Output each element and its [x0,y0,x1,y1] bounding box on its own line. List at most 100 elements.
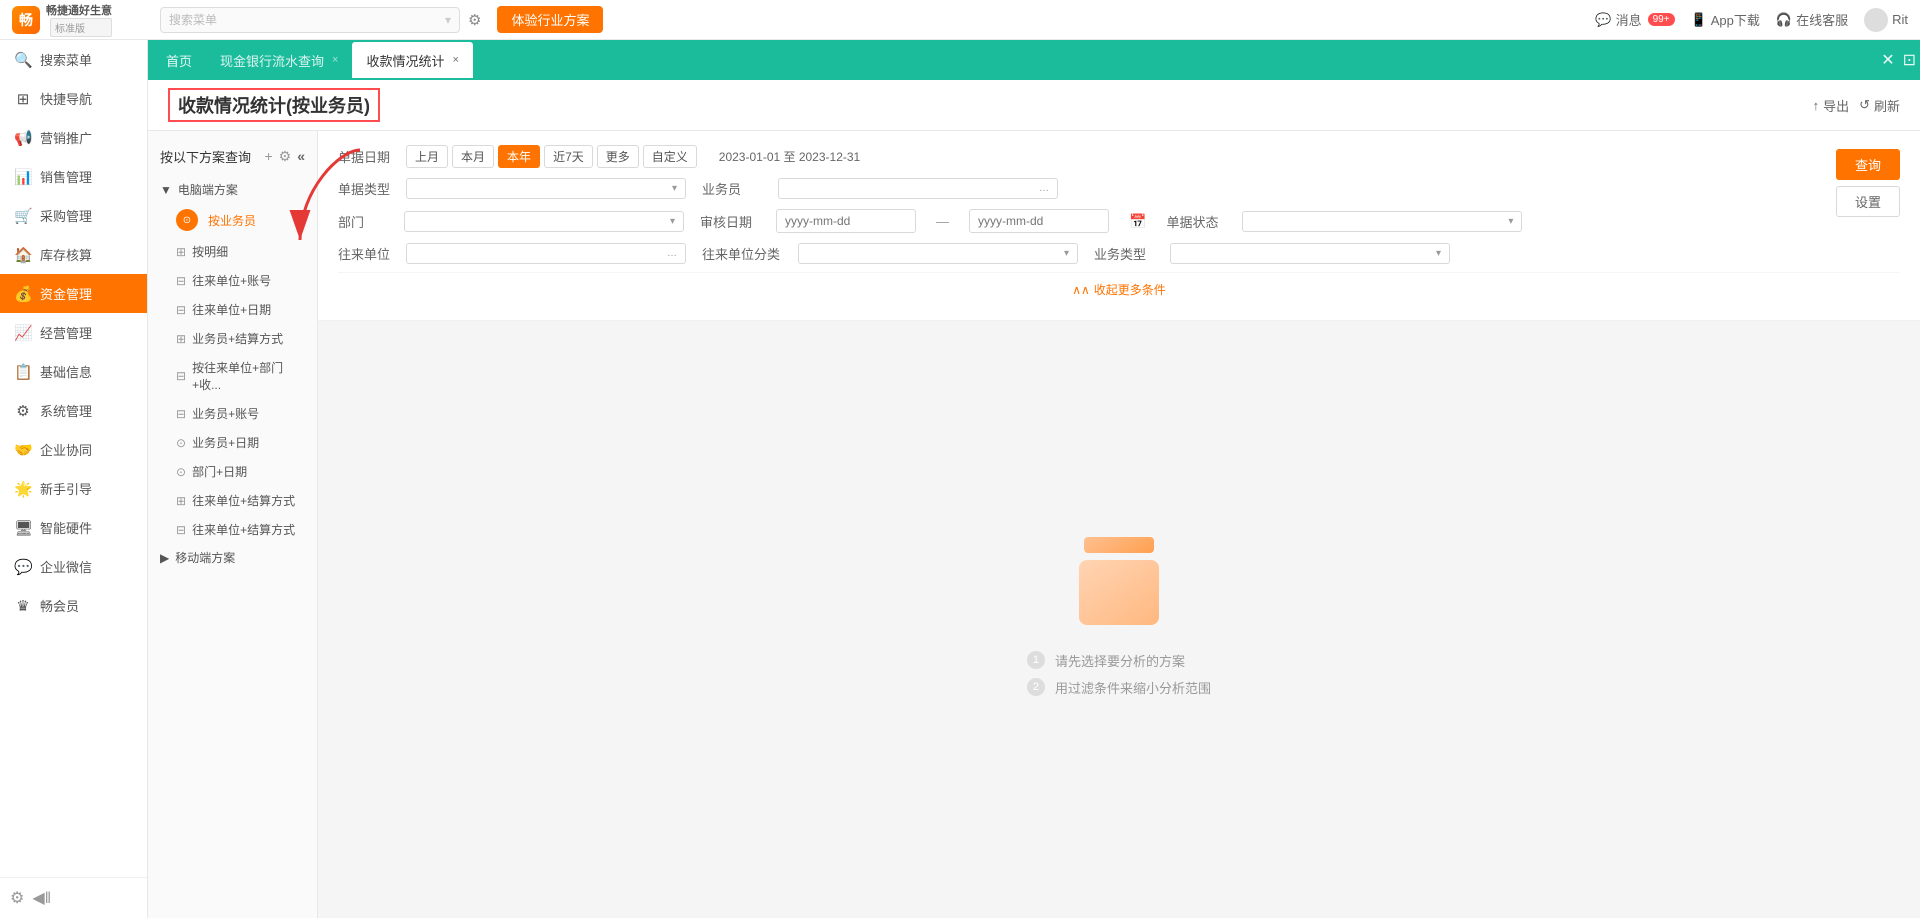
date-btn-this-year[interactable]: 本年 [498,145,540,168]
business-type-label: 业务类型 [1094,244,1154,263]
mobile-section-header[interactable]: ▶ 移动端方案 [152,544,313,571]
date-btn-custom[interactable]: 自定义 [643,145,697,168]
tab-cashflow[interactable]: 现金银行流水查询 × [206,42,352,78]
settings-gear-icon[interactable]: ⚙ [468,11,481,29]
date-btn-last-month[interactable]: 上月 [406,145,448,168]
marketing-icon: 📢 [14,129,32,147]
doc-type-select[interactable]: ▾ [406,178,686,199]
sidebar-item-finance[interactable]: 💰 资金管理 [0,274,147,313]
date-btn-7days[interactable]: 近7天 [544,145,593,168]
tab-bar-close-icon[interactable]: ✕ [1881,50,1894,70]
sidebar-item-marketing[interactable]: 📢 营销推广 [0,118,147,157]
date-btn-more[interactable]: 更多 [597,145,639,168]
export-icon: ↑ [1813,98,1820,113]
panel-collapse-btn[interactable]: « [297,148,305,165]
logo-area: 畅 畅捷通好生意 标准版 [12,2,160,37]
partner-dots[interactable]: … [667,248,677,259]
refresh-btn[interactable]: ↺ 刷新 [1859,96,1900,115]
sidebar-item-inventory[interactable]: 🏠 库存核算 [0,235,147,274]
mobile-section-label: 移动端方案 [175,549,235,566]
tree-item-partner-settlement2[interactable]: ⊟ 往来单位+结算方式 [152,515,313,544]
tree-item-label-partner-date: 往来单位+日期 [192,301,271,318]
tree-item-label-partner-account: 往来单位+账号 [192,272,271,289]
settings-btn[interactable]: 设置 [1836,186,1900,217]
business-type-select[interactable]: ▾ [1170,243,1450,264]
empty-icon [1069,535,1169,635]
desktop-section-header[interactable]: ▼ 电脑端方案 [152,176,313,203]
filter-row-partner: 往来单位 … 往来单位分类 ▾ 业务类型 [338,243,1820,264]
sidebar-bottom: ⚙ ◀‖ [0,877,147,918]
review-date-end[interactable] [969,209,1109,233]
tree-item-partner-date[interactable]: ⊟ 往来单位+日期 [152,295,313,324]
sidebar-item-wechat[interactable]: 💬 企业微信 [0,547,147,586]
tab-collection-close[interactable]: × [452,54,458,66]
panel-settings-btn[interactable]: ⚙ [279,148,292,165]
dept-label: 部门 [338,212,388,231]
export-btn[interactable]: ↑ 导出 [1813,96,1850,115]
app-download-btn[interactable]: 📱 App下载 [1691,10,1760,29]
tab-home[interactable]: 首页 [152,45,206,76]
review-date-start[interactable] [776,209,916,233]
sidebar-item-hardware[interactable]: 🖥 智能硬件 [0,508,147,547]
doc-status-select[interactable]: ▾ [1242,211,1522,232]
tab-cashflow-close[interactable]: × [332,54,338,66]
doc-type-arrow: ▾ [672,183,677,194]
partner-label: 往来单位 [338,244,390,263]
tree-icon-partner-date: ⊟ [176,303,186,317]
sidebar-item-purchase[interactable]: 🛒 采购管理 [0,196,147,235]
tree-item-label-partner-settlement2: 往来单位+结算方式 [192,521,295,538]
online-service-btn[interactable]: 🎧 在线客服 [1776,10,1848,29]
sidebar-item-sales[interactable]: 📊 销售管理 [0,157,147,196]
edition-tag: 标准版 [50,18,112,37]
sidebar-item-vip[interactable]: ♛ 畅会员 [0,586,147,625]
tree-item-partner-settlement1[interactable]: ⊞ 往来单位+结算方式 [152,486,313,515]
desktop-arrow-icon: ▼ [160,183,172,197]
tree-item-dept-date[interactable]: ⊙ 部门+日期 [152,457,313,486]
empty-step-1: 1 请先选择要分析的方案 [1027,651,1211,670]
sidebar-item-system[interactable]: ⚙ 系统管理 [0,391,147,430]
tree-item-salesperson-settlement[interactable]: ⊞ 业务员+结算方式 [152,324,313,353]
tree-icon-partner-account: ⊟ [176,274,186,288]
messages-btn[interactable]: 💬 消息 99+ [1595,10,1674,29]
tree-item-salesperson-date[interactable]: ⊙ 业务员+日期 [152,428,313,457]
sidebar-item-guide[interactable]: 🌟 新手引导 [0,469,147,508]
industry-solution-btn[interactable]: 体验行业方案 [497,6,603,33]
partner-select[interactable]: … [406,243,686,264]
wechat-icon: 💬 [14,558,32,576]
sidebar-item-quicknav[interactable]: ⊞ 快捷导航 [0,79,147,118]
user-avatar[interactable]: Rit [1864,8,1908,32]
sidebar-hardware-label: 智能硬件 [40,518,92,537]
tree-item-salesperson[interactable]: ⊙ 按业务员 [152,203,313,237]
sidebar-gear-icon[interactable]: ⚙ [10,888,24,908]
sidebar-item-base[interactable]: 📋 基础信息 [0,352,147,391]
search-icon: 🔍 [14,51,32,69]
sidebar-marketing-label: 营销推广 [40,128,92,147]
sidebar-item-enterprise[interactable]: 🤝 企业协同 [0,430,147,469]
collapse-filter-btn[interactable]: ∧∧ 收起更多条件 [338,272,1900,306]
refresh-icon: ↺ [1859,97,1870,113]
tree-icon-salesperson-settlement: ⊞ [176,332,186,346]
query-btn[interactable]: 查询 [1836,149,1900,180]
search-bar[interactable]: 搜索菜单 ▾ [160,7,460,33]
tree-item-partner-account[interactable]: ⊟ 往来单位+账号 [152,266,313,295]
calendar-icon1[interactable]: 📅 [1129,213,1146,230]
sidebar-item-search[interactable]: 🔍 搜索菜单 [0,40,147,79]
doc-status-arrow: ▾ [1508,216,1513,227]
panel-add-btn[interactable]: + [264,148,272,165]
top-bar-right: 💬 消息 99+ 📱 App下载 🎧 在线客服 Rit [1595,8,1908,32]
partner-category-select[interactable]: ▾ [798,243,1078,264]
tab-bar-expand-icon[interactable]: ⊡ [1903,50,1916,70]
tab-collection[interactable]: 收款情况统计 × [352,42,472,78]
doc-type-label: 单据类型 [338,179,390,198]
tree-item-salesperson-account[interactable]: ⊟ 业务员+账号 [152,399,313,428]
sales-icon: 📊 [14,168,32,186]
avatar-img [1864,8,1888,32]
sidebar-item-operations[interactable]: 📈 经营管理 [0,313,147,352]
tree-item-detail[interactable]: ⊞ 按明细 [152,237,313,266]
sidebar-collapse-icon[interactable]: ◀‖ [32,888,51,908]
tree-item-partner-dept[interactable]: ⊟ 按往来单位+部门+收... [152,353,313,399]
top-bar: 畅 畅捷通好生意 标准版 搜索菜单 ▾ ⚙ 体验行业方案 💬 消息 99+ 📱 … [0,0,1920,40]
date-btn-this-month[interactable]: 本月 [452,145,494,168]
dept-select[interactable]: ▾ [404,211,684,232]
salesperson-select[interactable]: … [778,178,1058,199]
